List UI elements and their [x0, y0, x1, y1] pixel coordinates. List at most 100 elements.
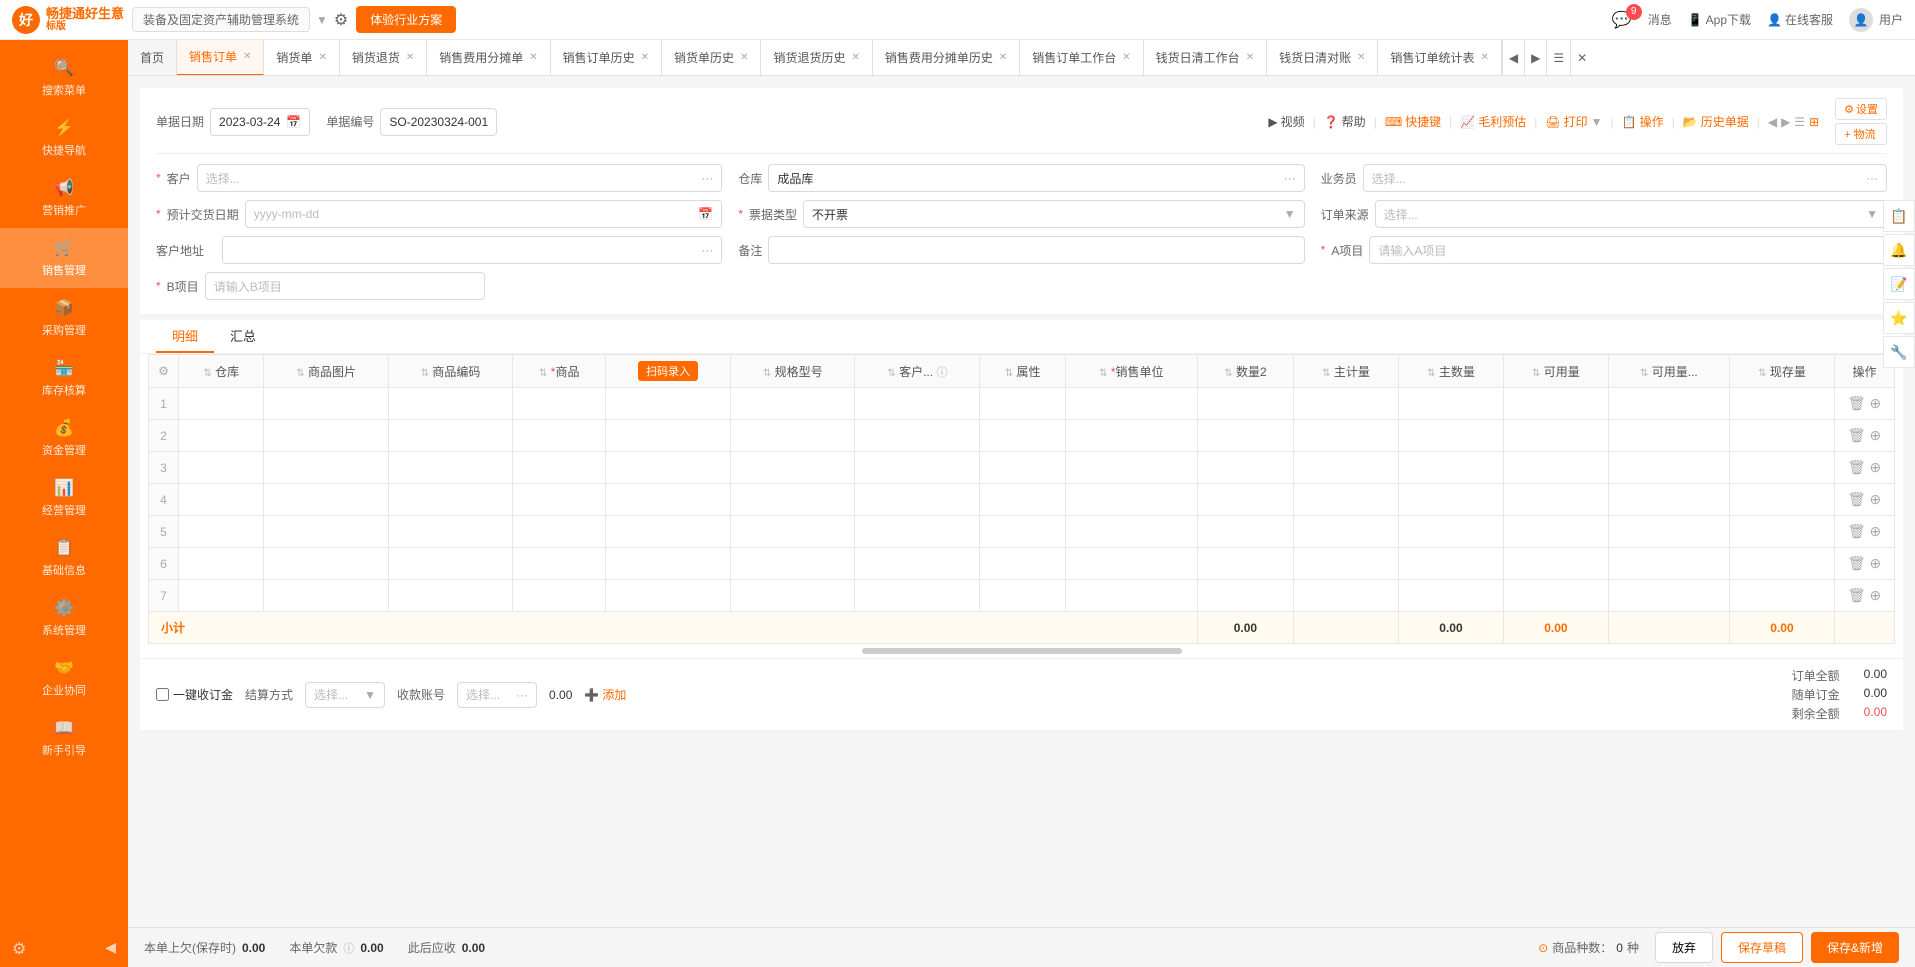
remark-input[interactable]: [768, 236, 1304, 264]
online-service-btn[interactable]: 👤 在线客服: [1767, 11, 1833, 28]
sidebar-item-guide[interactable]: 📖 新手引导: [0, 708, 128, 768]
tab-next-btn[interactable]: ▶: [1524, 40, 1546, 76]
tab-prev-btn[interactable]: ◀: [1502, 40, 1524, 76]
widget-tool[interactable]: 🔧: [1883, 336, 1915, 368]
sidebar-item-cooperation[interactable]: 🤝 企业协同: [0, 648, 128, 708]
sidebar-item-quick[interactable]: ⚡ 快捷导航: [0, 108, 128, 168]
tab-close-return-history[interactable]: ✕: [851, 52, 859, 63]
settings-icon[interactable]: ⚙: [334, 10, 348, 30]
widget-star[interactable]: ⭐: [1883, 302, 1915, 334]
tab-close-order-workbench[interactable]: ✕: [1122, 52, 1130, 63]
add-payment-btn[interactable]: ➕ 添加: [584, 686, 626, 703]
row-copy-icon[interactable]: ⊕: [1870, 491, 1882, 508]
tab-expense[interactable]: 销售费用分摊单 ✕: [427, 40, 550, 76]
tab-order-workbench[interactable]: 销售订单工作台 ✕: [1020, 40, 1143, 76]
tab-close-daily-reconcile[interactable]: ✕: [1357, 52, 1365, 63]
notification-btn[interactable]: 💬 9 消息: [1612, 10, 1672, 30]
discard-btn[interactable]: 放弃: [1655, 932, 1713, 963]
sidebar-item-basic[interactable]: 📋 基础信息: [0, 528, 128, 588]
salesperson-input[interactable]: 选择... ···: [1363, 164, 1887, 192]
app-download-btn[interactable]: 📱 App下载: [1688, 11, 1751, 28]
tab-close-daily-clear[interactable]: ✕: [1246, 52, 1254, 63]
tab-detail[interactable]: 明细: [156, 320, 214, 353]
tab-close-expense[interactable]: ✕: [529, 52, 537, 63]
row-delete-icon[interactable]: 🗑: [1848, 427, 1866, 444]
row-delete-icon[interactable]: 🗑: [1848, 555, 1866, 572]
sidebar-item-sales[interactable]: 🛒 销售管理: [0, 228, 128, 288]
order-source-input[interactable]: 选择... ▼: [1375, 200, 1887, 228]
payment-method-select[interactable]: 选择... ▼: [305, 682, 385, 708]
tab-close-order-history[interactable]: ✕: [641, 52, 649, 63]
row-copy-icon[interactable]: ⊕: [1870, 395, 1882, 412]
print-btn[interactable]: 🖨 打印 ▼: [1545, 113, 1602, 130]
row-copy-icon[interactable]: ⊕: [1870, 459, 1882, 476]
widget-template[interactable]: 📋: [1883, 200, 1915, 232]
number-input[interactable]: SO-20230324-001: [380, 108, 497, 136]
settings-col-icon[interactable]: ⚙: [158, 364, 169, 378]
sidebar-item-purchase[interactable]: 📦 采购管理: [0, 288, 128, 348]
h-scrollbar[interactable]: [862, 648, 1182, 654]
tab-daily-reconcile[interactable]: 钱货日清对账 ✕: [1267, 40, 1378, 76]
sidebar-item-operations[interactable]: 📊 经营管理: [0, 468, 128, 528]
tab-order-history[interactable]: 销售订单历史 ✕: [551, 40, 662, 76]
warehouse-input[interactable]: 成品库 ···: [768, 164, 1304, 192]
sidebar-settings-btn[interactable]: ⚙: [12, 939, 26, 959]
sidebar-collapse-btn[interactable]: ◀: [105, 939, 116, 959]
tab-return-history[interactable]: 销货退货历史 ✕: [761, 40, 872, 76]
sidebar-item-inventory[interactable]: 🏪 库存核算: [0, 348, 128, 408]
tab-daily-clear[interactable]: 钱货日清工作台 ✕: [1144, 40, 1267, 76]
page-prev-btn[interactable]: ◀: [1768, 115, 1777, 129]
tab-close-stats[interactable]: ✕: [1481, 52, 1489, 63]
row-delete-icon[interactable]: 🗑: [1848, 395, 1866, 412]
system-select-icon[interactable]: ▼: [316, 13, 328, 27]
add-material-btn[interactable]: + 物流: [1835, 123, 1887, 145]
sidebar-item-search[interactable]: 🔍 搜索菜单: [0, 48, 128, 108]
shortcut-btn[interactable]: ⌨ 快捷键: [1385, 113, 1441, 130]
table-view-btn[interactable]: ⊞: [1809, 115, 1819, 129]
tab-close-all-btn[interactable]: ✕: [1570, 40, 1593, 76]
row-copy-icon[interactable]: ⊕: [1870, 555, 1882, 572]
account-select[interactable]: 选择... ···: [457, 682, 537, 708]
profit-btn[interactable]: 📈 毛利预估: [1460, 113, 1526, 130]
address-input[interactable]: ···: [222, 236, 722, 264]
row-delete-icon[interactable]: 🗑: [1848, 491, 1866, 508]
tab-home[interactable]: 首页: [128, 40, 177, 76]
tab-menu-btn[interactable]: ☰: [1546, 40, 1570, 76]
config-btn[interactable]: ⚙ 设置: [1835, 98, 1887, 120]
tab-sales-order[interactable]: 销售订单 ✕: [177, 40, 264, 76]
row-delete-icon[interactable]: 🗑: [1848, 523, 1866, 540]
save-new-btn[interactable]: 保存&新增: [1811, 932, 1899, 963]
page-next-btn[interactable]: ▶: [1781, 115, 1790, 129]
row-copy-icon[interactable]: ⊕: [1870, 427, 1882, 444]
one-click-deposit-checkbox[interactable]: [156, 688, 169, 701]
sidebar-item-system[interactable]: ⚙️ 系统管理: [0, 588, 128, 648]
industry-btn[interactable]: 体验行业方案: [356, 6, 456, 33]
tab-return[interactable]: 销货退货 ✕: [340, 40, 427, 76]
tab-close-sales-order[interactable]: ✕: [243, 51, 251, 62]
tab-close-sales-slip[interactable]: ✕: [318, 52, 326, 63]
tab-close-expense-history[interactable]: ✕: [999, 52, 1007, 63]
row-delete-icon[interactable]: 🗑: [1848, 459, 1866, 476]
grid-view-btn[interactable]: ☰: [1794, 115, 1805, 129]
delivery-input[interactable]: yyyy-mm-dd 📅: [245, 200, 723, 228]
sidebar-item-marketing[interactable]: 📢 营销推广: [0, 168, 128, 228]
widget-note[interactable]: 📝: [1883, 268, 1915, 300]
scan-btn[interactable]: 扫码录入: [638, 361, 698, 381]
a-project-input[interactable]: 请输入A项目: [1369, 236, 1887, 264]
help-btn[interactable]: ❓ 帮助: [1324, 113, 1366, 130]
tab-expense-history[interactable]: 销售费用分摊单历史 ✕: [873, 40, 1020, 76]
b-project-input[interactable]: 请输入B项目: [205, 272, 485, 300]
invoice-input[interactable]: 不开票 ▼: [803, 200, 1305, 228]
operation-btn[interactable]: 📋 操作: [1622, 113, 1664, 130]
row-copy-icon[interactable]: ⊕: [1870, 587, 1882, 604]
sidebar-item-finance[interactable]: 💰 资金管理: [0, 408, 128, 468]
tab-sales-slip[interactable]: 销货单 ✕: [264, 40, 339, 76]
tab-summary[interactable]: 汇总: [214, 320, 272, 353]
date-input[interactable]: 2023-03-24 📅: [210, 108, 310, 136]
history-btn[interactable]: 📂 历史单据: [1683, 113, 1749, 130]
tab-stats[interactable]: 销售订单统计表 ✕: [1378, 40, 1501, 76]
tab-close-slip-history[interactable]: ✕: [740, 52, 748, 63]
tab-slip-history[interactable]: 销货单历史 ✕: [662, 40, 761, 76]
view-video-btn[interactable]: ▶ 视频: [1268, 113, 1304, 130]
widget-notification[interactable]: 🔔: [1883, 234, 1915, 266]
